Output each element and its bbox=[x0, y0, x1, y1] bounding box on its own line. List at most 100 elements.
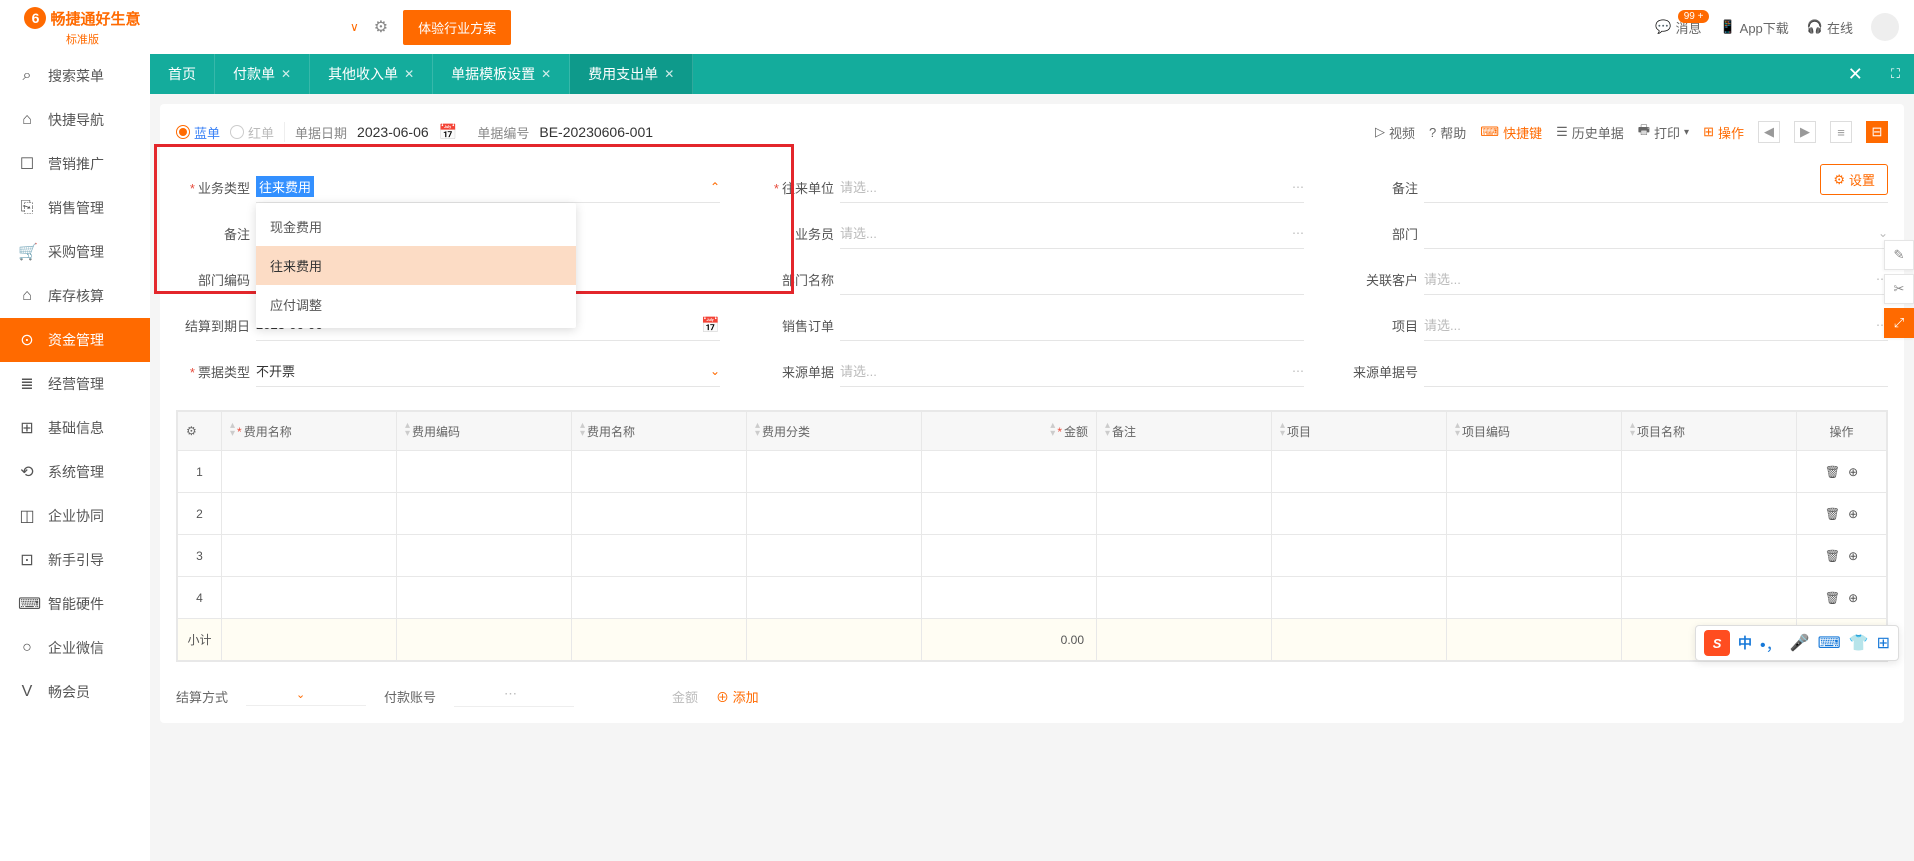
more-icon[interactable]: ⋯ bbox=[1292, 226, 1304, 240]
col-3[interactable]: ▴▾费用分类 bbox=[747, 412, 922, 451]
cell[interactable] bbox=[222, 451, 397, 493]
hotkey-button[interactable]: ⌨快捷键 bbox=[1480, 123, 1542, 142]
cell[interactable] bbox=[222, 535, 397, 577]
view-card-button[interactable]: ⊟ bbox=[1866, 121, 1888, 143]
salesman-select[interactable]: 请选... ⋯ bbox=[840, 217, 1304, 249]
cell[interactable] bbox=[1097, 577, 1272, 619]
cell[interactable] bbox=[922, 535, 1097, 577]
print-button[interactable]: 🖶打印▾ bbox=[1638, 121, 1689, 143]
tab-close-icon[interactable]: ✕ bbox=[664, 67, 674, 81]
sidebar-item-7[interactable]: ≣经营管理 bbox=[0, 362, 150, 406]
tab-close-icon[interactable]: ✕ bbox=[541, 67, 551, 81]
sales-order-input[interactable] bbox=[840, 309, 1304, 341]
sidebar-item-11[interactable]: ⊡新手引导 bbox=[0, 538, 150, 582]
history-button[interactable]: ☰历史单据 bbox=[1556, 123, 1624, 142]
sidebar-item-4[interactable]: 🛒采购管理 bbox=[0, 230, 150, 274]
cell[interactable] bbox=[1097, 493, 1272, 535]
sidebar-item-5[interactable]: ⌂库存核算 bbox=[0, 274, 150, 318]
tab-close-icon[interactable]: ✕ bbox=[404, 67, 414, 81]
copy-row-icon[interactable]: ⊕ bbox=[1848, 507, 1858, 521]
cell[interactable] bbox=[747, 535, 922, 577]
experience-button[interactable]: 体验行业方案 bbox=[403, 10, 511, 45]
next-doc-button[interactable]: ▶ bbox=[1794, 121, 1816, 143]
cell[interactable] bbox=[572, 577, 747, 619]
edge-note-button[interactable]: ✎ bbox=[1884, 240, 1914, 270]
tab-2[interactable]: 其他收入单✕ bbox=[310, 54, 433, 94]
ime-punct-icon[interactable]: •， bbox=[1760, 631, 1782, 655]
dept2-select[interactable]: ⌄ bbox=[1424, 217, 1888, 249]
col-2[interactable]: ▴▾费用名称 bbox=[572, 412, 747, 451]
cell[interactable] bbox=[1447, 577, 1622, 619]
dept-name-input[interactable] bbox=[840, 263, 1304, 295]
sidebar-item-0[interactable]: ⌕搜索菜单 bbox=[0, 54, 150, 98]
company-dropdown-icon[interactable]: ∨ bbox=[350, 20, 359, 34]
cell[interactable] bbox=[1447, 451, 1622, 493]
prev-doc-button[interactable]: ◀ bbox=[1758, 121, 1780, 143]
col-8[interactable]: ▴▾项目名称 bbox=[1622, 412, 1797, 451]
tab-0[interactable]: 首页 bbox=[150, 54, 215, 94]
cell[interactable] bbox=[922, 493, 1097, 535]
view-list-button[interactable]: ≡ bbox=[1830, 121, 1852, 143]
pay-account-select[interactable]: ⋯ bbox=[454, 686, 574, 707]
edge-expand-button[interactable]: ⤢ bbox=[1884, 308, 1914, 338]
col-6[interactable]: ▴▾项目 bbox=[1272, 412, 1447, 451]
cell[interactable] bbox=[397, 493, 572, 535]
cell[interactable] bbox=[747, 493, 922, 535]
cell[interactable] bbox=[1272, 451, 1447, 493]
ime-menu-icon[interactable]: ⊞ bbox=[1877, 633, 1890, 653]
ime-keyboard-icon[interactable]: ⌨ bbox=[1818, 633, 1841, 653]
tabs-expand-icon[interactable]: ⛶ bbox=[1877, 66, 1914, 82]
sidebar-item-6[interactable]: ⊙资金管理 bbox=[0, 318, 150, 362]
remark2-input[interactable] bbox=[1424, 171, 1888, 203]
dropdown-option-2[interactable]: 应付调整 bbox=[256, 285, 576, 324]
table-row[interactable]: 2🗑⊕ bbox=[178, 493, 1887, 535]
messages-button[interactable]: 💬 消息 99 + bbox=[1655, 18, 1701, 37]
sidebar-item-1[interactable]: ⌂快捷导航 bbox=[0, 98, 150, 142]
sidebar-item-2[interactable]: ☐营销推广 bbox=[0, 142, 150, 186]
sidebar-item-3[interactable]: ⎘销售管理 bbox=[0, 186, 150, 230]
cell[interactable] bbox=[747, 451, 922, 493]
settle-method-select[interactable]: ⌄ bbox=[246, 688, 366, 706]
col-4[interactable]: ▴▾*金额 bbox=[922, 412, 1097, 451]
cell[interactable] bbox=[1622, 451, 1797, 493]
cell[interactable] bbox=[1622, 493, 1797, 535]
online-service-button[interactable]: 🎧 在线 bbox=[1807, 18, 1853, 37]
delete-row-icon[interactable]: 🗑 bbox=[1825, 465, 1840, 479]
settings-gear-icon[interactable]: ⚙ bbox=[374, 17, 388, 37]
cell[interactable] bbox=[397, 535, 572, 577]
ime-mic-icon[interactable]: 🎤 bbox=[1790, 633, 1810, 653]
project-select[interactable]: 请选... ⋯ bbox=[1424, 309, 1888, 341]
cell[interactable] bbox=[1272, 535, 1447, 577]
sidebar-item-13[interactable]: ○企业微信 bbox=[0, 626, 150, 670]
partner-select[interactable]: 请选... ⋯ bbox=[840, 171, 1304, 203]
tabs-close-all[interactable]: ✕ bbox=[1834, 64, 1877, 85]
col-1[interactable]: ▴▾费用编码 bbox=[397, 412, 572, 451]
cell[interactable] bbox=[572, 535, 747, 577]
cell[interactable] bbox=[1272, 577, 1447, 619]
sidebar-item-12[interactable]: ⌨智能硬件 bbox=[0, 582, 150, 626]
cell[interactable] bbox=[397, 451, 572, 493]
cell[interactable] bbox=[222, 493, 397, 535]
calendar-icon[interactable]: 📅 bbox=[701, 316, 720, 334]
edge-pin-button[interactable]: ✂ bbox=[1884, 274, 1914, 304]
tab-4[interactable]: 费用支出单✕ bbox=[570, 54, 693, 94]
tab-close-icon[interactable]: ✕ bbox=[281, 67, 291, 81]
cell[interactable] bbox=[1447, 493, 1622, 535]
dropdown-option-0[interactable]: 现金费用 bbox=[256, 207, 576, 246]
cell[interactable] bbox=[1622, 577, 1797, 619]
table-row[interactable]: 1🗑⊕ bbox=[178, 451, 1887, 493]
col-5[interactable]: ▴▾备注 bbox=[1097, 412, 1272, 451]
more-icon[interactable]: ⋯ bbox=[1292, 180, 1304, 194]
table-gear[interactable]: ⚙ bbox=[178, 412, 222, 451]
cell[interactable] bbox=[922, 577, 1097, 619]
sidebar-item-14[interactable]: V畅会员 bbox=[0, 670, 150, 714]
cell[interactable] bbox=[572, 493, 747, 535]
cell[interactable] bbox=[747, 577, 922, 619]
app-download-button[interactable]: 📱 App下载 bbox=[1719, 18, 1788, 37]
ime-bar[interactable]: S 中 •， 🎤 ⌨ 👕 ⊞ bbox=[1695, 625, 1899, 661]
cell[interactable] bbox=[572, 451, 747, 493]
copy-row-icon[interactable]: ⊕ bbox=[1848, 591, 1858, 605]
src-no-input[interactable] bbox=[1424, 355, 1888, 387]
operations-button[interactable]: ⊞操作 bbox=[1703, 123, 1744, 142]
sidebar-item-9[interactable]: ⟲系统管理 bbox=[0, 450, 150, 494]
